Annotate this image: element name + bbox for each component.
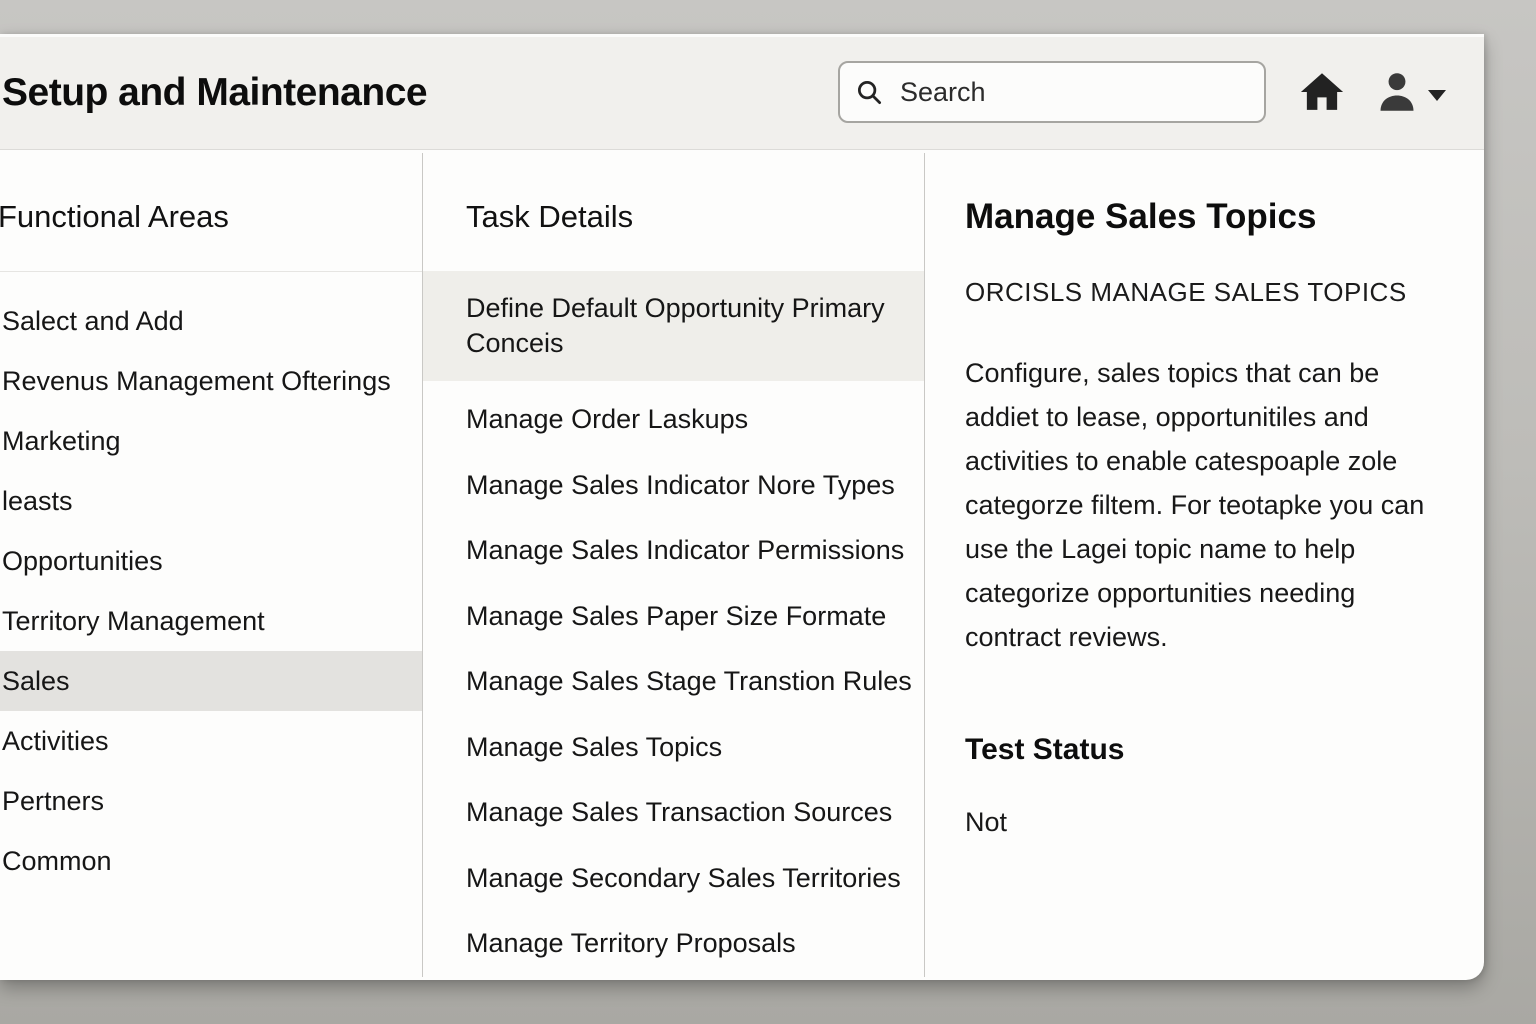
page-title: Setup and Maintenance (2, 71, 428, 114)
search-box[interactable] (838, 61, 1266, 123)
functional-area-item[interactable]: Pertners (0, 771, 422, 831)
home-button[interactable] (1294, 61, 1350, 123)
functional-areas-title: Functional Areas (0, 199, 229, 234)
task-details-title: Task Details (466, 199, 634, 234)
detail-subtitle: ORCISLS MANAGE SALES TOPICS (965, 277, 1407, 307)
search-input[interactable] (898, 75, 1232, 109)
home-icon (1300, 73, 1344, 110)
search-icon (858, 81, 881, 104)
task-item[interactable]: Manage Order Laskups (423, 387, 924, 453)
task-item[interactable]: Manage Sales Indicator Permissions (423, 518, 924, 584)
functional-areas-panel: Functional Areas Salect and Add Revenus … (0, 153, 423, 977)
task-item[interactable]: Manage Sales Stage Transtion Rules (423, 649, 924, 715)
task-item-selected[interactable]: Define Default Opportunity Primary Conce… (423, 271, 924, 381)
functional-area-item-selected[interactable]: Sales (0, 651, 422, 711)
detail-title: Manage Sales Topics (965, 197, 1317, 236)
detail-description: Configure, sales topics that can be addi… (965, 358, 1425, 652)
task-list: Manage Order Laskups Manage Sales Indica… (423, 387, 924, 977)
task-detail-panel: Manage Sales Topics ORCISLS MANAGE SALES… (925, 153, 1484, 977)
functional-area-item[interactable]: Territory Management (0, 591, 422, 651)
app-window: Setup and Maintenance Search Functional … (0, 34, 1484, 980)
functional-area-item[interactable]: leasts (0, 471, 422, 531)
functional-area-item[interactable]: Revenus Management Ofterings (0, 351, 422, 411)
functional-area-item[interactable]: Opportunities (0, 531, 422, 591)
functional-areas-list: Salect and Add Revenus Management Ofteri… (0, 291, 422, 891)
task-item[interactable]: Manage Sales Topics (423, 715, 924, 781)
test-status-heading: Test Status (965, 733, 1125, 766)
functional-area-item[interactable]: Common (0, 831, 422, 891)
task-item[interactable]: Manage Sales Transaction Sources (423, 780, 924, 846)
content-columns: Functional Areas Salect and Add Revenus … (0, 153, 1484, 977)
functional-area-item[interactable]: Marketing (0, 411, 422, 471)
task-item[interactable]: Manage Secondary Sales Territories (423, 846, 924, 912)
app-header: Setup and Maintenance (0, 37, 1484, 150)
user-menu-button[interactable] (1370, 61, 1450, 123)
test-status-value: Not (965, 807, 1008, 837)
task-item[interactable]: Manage Territory Proposals (423, 911, 924, 977)
divider (0, 271, 422, 272)
caret-down-icon (1428, 89, 1446, 101)
task-item-label: Define Default Opportunity Primary Conce… (466, 293, 885, 358)
functional-area-item[interactable]: Activities (0, 711, 422, 771)
task-details-panel: Task Details Define Default Opportunity … (423, 153, 925, 977)
user-icon (1380, 73, 1414, 111)
functional-area-item[interactable]: Salect and Add (0, 291, 422, 351)
task-item[interactable]: Manage Sales Paper Size Formate (423, 584, 924, 650)
task-item[interactable]: Manage Sales Indicator Nore Types (423, 453, 924, 519)
